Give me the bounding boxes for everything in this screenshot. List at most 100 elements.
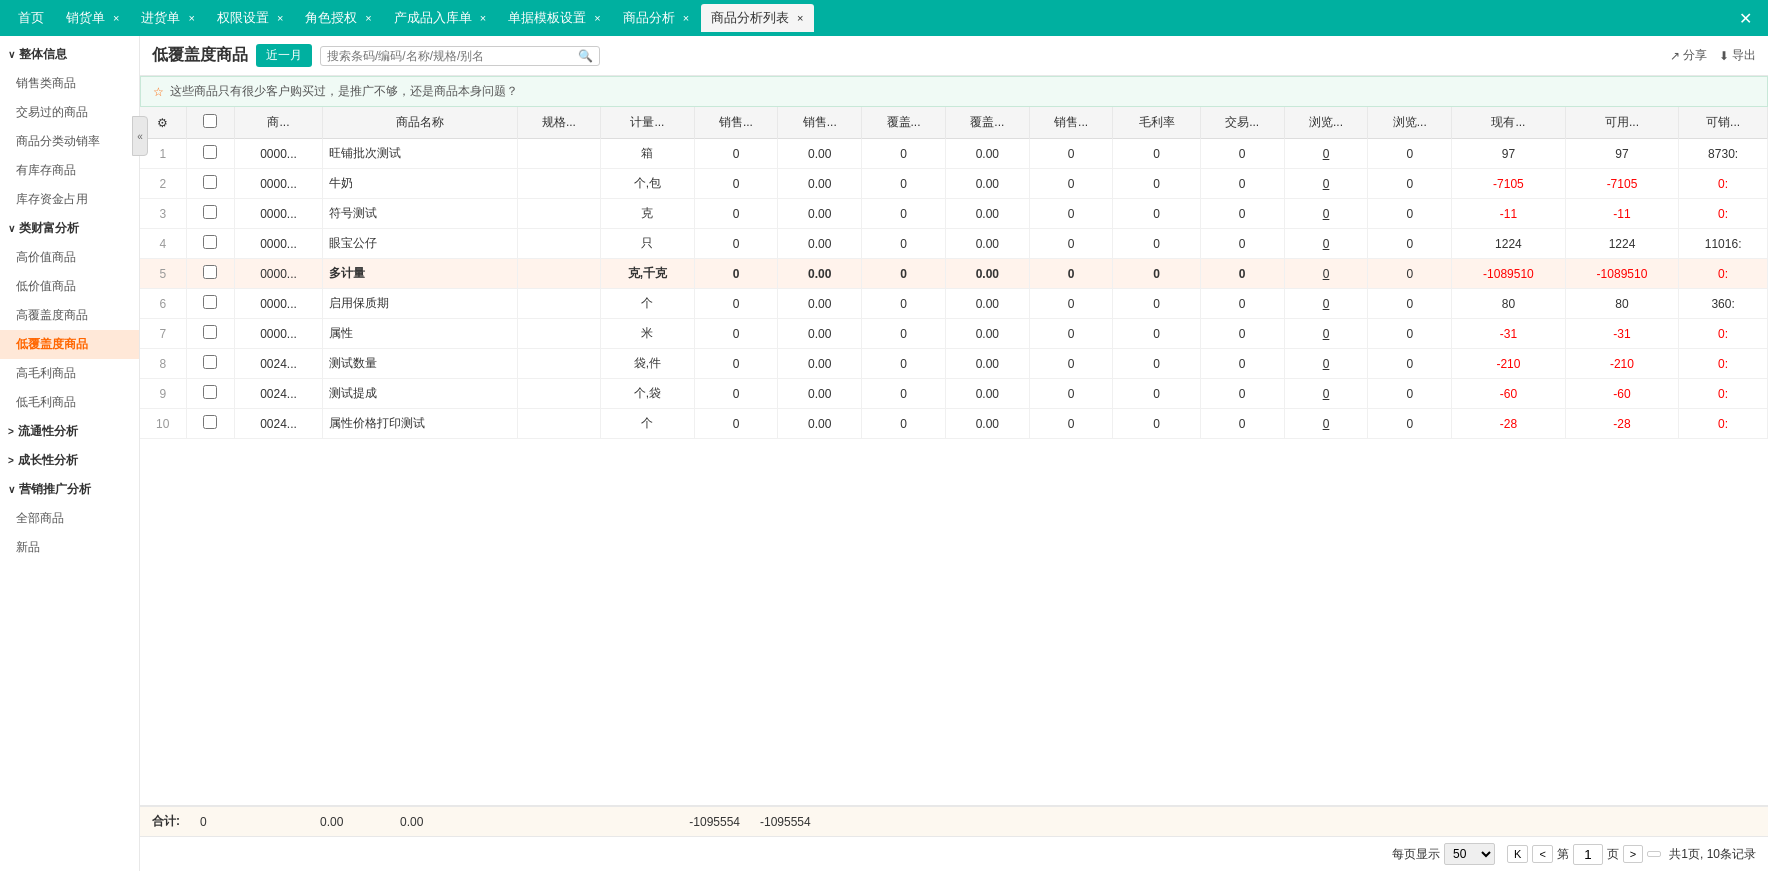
- nav-tab-权限设置[interactable]: 权限设置×: [207, 4, 293, 32]
- row-name[interactable]: 眼宝公仔: [323, 229, 517, 259]
- row-name[interactable]: 测试提成: [323, 379, 517, 409]
- sidebar-item-高覆盖度商品[interactable]: 高覆盖度商品: [0, 301, 139, 330]
- row-select-checkbox[interactable]: [203, 205, 217, 219]
- col-header-trans[interactable]: 交易...: [1200, 107, 1284, 139]
- col-header-name[interactable]: 商品名称: [323, 107, 517, 139]
- nav-tab-角色授权[interactable]: 角色授权×: [295, 4, 381, 32]
- sidebar-item-全部商品[interactable]: 全部商品: [0, 504, 139, 533]
- page-size-dropdown[interactable]: 50 100 200: [1444, 843, 1495, 865]
- row-select-checkbox[interactable]: [203, 415, 217, 429]
- tab-close-icon[interactable]: ×: [594, 12, 600, 24]
- prev-page-btn[interactable]: <: [1532, 845, 1552, 863]
- search-box[interactable]: 🔍: [320, 46, 600, 66]
- sidebar-section-类财富分析[interactable]: ∨类财富分析: [0, 214, 139, 243]
- sidebar-item-低价值商品[interactable]: 低价值商品: [0, 272, 139, 301]
- row-select-checkbox[interactable]: [203, 145, 217, 159]
- col-header-available[interactable]: 可用...: [1565, 107, 1679, 139]
- browse1-link[interactable]: 0: [1323, 327, 1330, 341]
- search-input[interactable]: [327, 49, 578, 63]
- sidebar-item-商品分类动销率[interactable]: 商品分类动销率: [0, 127, 139, 156]
- tab-close-icon[interactable]: ×: [480, 12, 486, 24]
- browse1-link[interactable]: 0: [1323, 357, 1330, 371]
- sidebar-item-高价值商品[interactable]: 高价值商品: [0, 243, 139, 272]
- col-header-cb[interactable]: [186, 107, 234, 139]
- sidebar-item-低覆盖度商品[interactable]: 低覆盖度商品: [0, 330, 139, 359]
- col-header-browse1[interactable]: 浏览...: [1284, 107, 1368, 139]
- col-header-browse2[interactable]: 浏览...: [1368, 107, 1452, 139]
- first-page-btn[interactable]: K: [1507, 845, 1528, 863]
- sidebar-section-整体信息[interactable]: ∨整体信息: [0, 40, 139, 69]
- browse1-link[interactable]: 0: [1323, 237, 1330, 251]
- sidebar-section-成长性分析[interactable]: >成长性分析: [0, 446, 139, 475]
- browse1-link[interactable]: 0: [1323, 417, 1330, 431]
- col-header-coverage1[interactable]: 覆盖...: [862, 107, 946, 139]
- next-page-btn[interactable]: >: [1623, 845, 1643, 863]
- browse1-link[interactable]: 0: [1323, 177, 1330, 191]
- row-select-checkbox[interactable]: [203, 325, 217, 339]
- col-header-sales_amt[interactable]: 销售...: [778, 107, 862, 139]
- share-button[interactable]: ↗ 分享: [1670, 47, 1707, 64]
- row-browse1[interactable]: 0: [1284, 199, 1368, 229]
- sidebar-item-库存资金占用[interactable]: 库存资金占用: [0, 185, 139, 214]
- sidebar-item-新品[interactable]: 新品: [0, 533, 139, 562]
- col-header-code[interactable]: 商...: [234, 107, 323, 139]
- nav-tab-商品分析列表[interactable]: 商品分析列表×: [701, 4, 813, 32]
- sidebar-item-高毛利商品[interactable]: 高毛利商品: [0, 359, 139, 388]
- tab-close-icon[interactable]: ×: [113, 12, 119, 24]
- col-header-unit[interactable]: 计量...: [601, 107, 694, 139]
- row-name[interactable]: 属性价格打印测试: [323, 409, 517, 439]
- nav-tab-首页[interactable]: 首页: [8, 4, 54, 32]
- browse1-link[interactable]: 0: [1323, 297, 1330, 311]
- nav-tab-销货单[interactable]: 销货单×: [56, 4, 129, 32]
- row-browse1[interactable]: 0: [1284, 139, 1368, 169]
- sidebar-section-营销推广分析[interactable]: ∨营销推广分析: [0, 475, 139, 504]
- row-browse1[interactable]: 0: [1284, 289, 1368, 319]
- row-browse1[interactable]: 0: [1284, 229, 1368, 259]
- row-select-checkbox[interactable]: [203, 355, 217, 369]
- sidebar-item-低毛利商品[interactable]: 低毛利商品: [0, 388, 139, 417]
- window-close-btn[interactable]: ✕: [1731, 9, 1760, 28]
- nav-tab-单据模板设置[interactable]: 单据模板设置×: [498, 4, 610, 32]
- row-name[interactable]: 属性: [323, 319, 517, 349]
- row-name[interactable]: 启用保质期: [323, 289, 517, 319]
- row-browse1[interactable]: 0: [1284, 409, 1368, 439]
- row-browse1[interactable]: 0: [1284, 379, 1368, 409]
- row-select-checkbox[interactable]: [203, 295, 217, 309]
- settings-icon[interactable]: ⚙: [157, 116, 168, 130]
- nav-tab-产成品入库单[interactable]: 产成品入库单×: [384, 4, 496, 32]
- browse1-link[interactable]: 0: [1323, 207, 1330, 221]
- row-browse1[interactable]: 0: [1284, 349, 1368, 379]
- col-header-current_stock[interactable]: 现有...: [1452, 107, 1566, 139]
- row-name[interactable]: 多计量: [323, 259, 517, 289]
- nav-tab-商品分析[interactable]: 商品分析×: [613, 4, 699, 32]
- last-page-btn[interactable]: [1647, 851, 1661, 857]
- export-button[interactable]: ⬇ 导出: [1719, 47, 1756, 64]
- browse1-link[interactable]: 0: [1323, 387, 1330, 401]
- col-header-sales_qty[interactable]: 销售...: [694, 107, 778, 139]
- tab-close-icon[interactable]: ×: [683, 12, 689, 24]
- row-browse1[interactable]: 0: [1284, 169, 1368, 199]
- col-header-sellable[interactable]: 可销...: [1679, 107, 1768, 139]
- row-browse1[interactable]: 0: [1284, 259, 1368, 289]
- browse1-link[interactable]: 0: [1323, 267, 1330, 281]
- row-select-checkbox[interactable]: [203, 175, 217, 189]
- row-browse1[interactable]: 0: [1284, 319, 1368, 349]
- tab-close-icon[interactable]: ×: [277, 12, 283, 24]
- sidebar-item-销售类商品[interactable]: 销售类商品: [0, 69, 139, 98]
- sidebar-item-交易过的商品[interactable]: 交易过的商品: [0, 98, 139, 127]
- current-page-input[interactable]: [1573, 844, 1603, 865]
- row-select-checkbox[interactable]: [203, 385, 217, 399]
- row-select-checkbox[interactable]: [203, 265, 217, 279]
- tab-close-icon[interactable]: ×: [188, 12, 194, 24]
- col-header-gross_rate[interactable]: 毛利率: [1113, 107, 1200, 139]
- row-name[interactable]: 符号测试: [323, 199, 517, 229]
- col-header-coverage2[interactable]: 覆盖...: [945, 107, 1029, 139]
- browse1-link[interactable]: 0: [1323, 147, 1330, 161]
- row-name[interactable]: 测试数量: [323, 349, 517, 379]
- row-name[interactable]: 旺铺批次测试: [323, 139, 517, 169]
- row-name[interactable]: 牛奶: [323, 169, 517, 199]
- select-all-checkbox[interactable]: [203, 114, 217, 128]
- tab-close-icon[interactable]: ×: [797, 12, 803, 24]
- col-header-spec[interactable]: 规格...: [517, 107, 601, 139]
- row-select-checkbox[interactable]: [203, 235, 217, 249]
